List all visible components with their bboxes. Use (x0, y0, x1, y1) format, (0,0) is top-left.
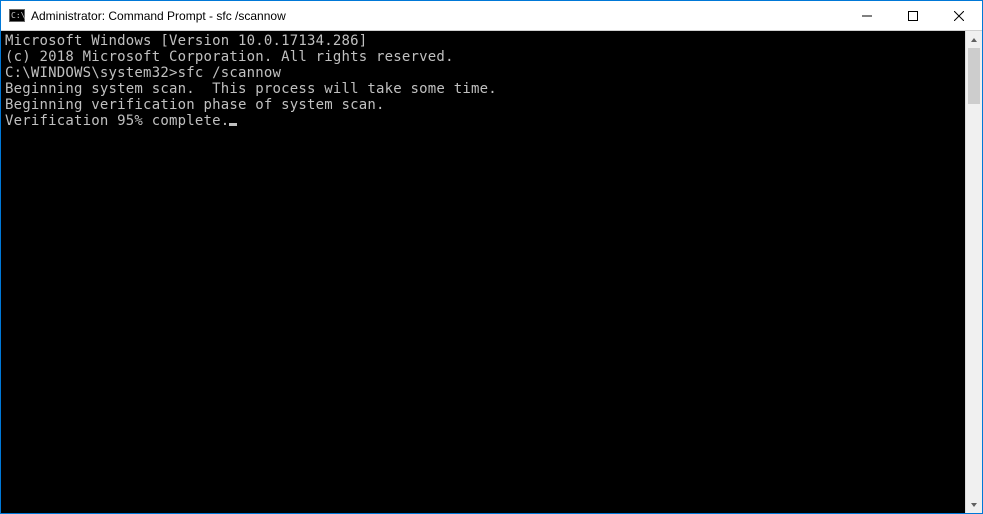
minimize-button[interactable] (844, 1, 890, 31)
scroll-up-button[interactable] (966, 31, 982, 48)
terminal-output[interactable]: Microsoft Windows [Version 10.0.17134.28… (1, 31, 965, 513)
chevron-up-icon (970, 36, 978, 44)
terminal-line: C:\WINDOWS\system32>sfc /scannow (5, 65, 965, 81)
chevron-down-icon (970, 501, 978, 509)
window-frame: C:\ Administrator: Command Prompt - sfc … (0, 0, 983, 514)
window-title: Administrator: Command Prompt - sfc /sca… (31, 9, 286, 23)
minimize-icon (862, 11, 872, 21)
maximize-icon (908, 11, 918, 21)
scroll-down-button[interactable] (966, 496, 982, 513)
close-button[interactable] (936, 1, 982, 31)
scroll-track[interactable] (966, 48, 982, 496)
svg-text:C:\: C:\ (11, 11, 25, 20)
close-icon (954, 11, 964, 21)
vertical-scrollbar[interactable] (965, 31, 982, 513)
terminal-line: Microsoft Windows [Version 10.0.17134.28… (5, 33, 965, 49)
terminal-line: (c) 2018 Microsoft Corporation. All righ… (5, 49, 965, 65)
terminal-line: Verification 95% complete. (5, 113, 965, 129)
client-area: Microsoft Windows [Version 10.0.17134.28… (1, 31, 982, 513)
cmd-icon: C:\ (9, 8, 25, 24)
titlebar[interactable]: C:\ Administrator: Command Prompt - sfc … (1, 1, 982, 31)
terminal-line: Beginning system scan. This process will… (5, 81, 965, 97)
maximize-button[interactable] (890, 1, 936, 31)
terminal-cursor (229, 123, 237, 126)
terminal-line: Beginning verification phase of system s… (5, 97, 965, 113)
scroll-thumb[interactable] (968, 48, 980, 104)
